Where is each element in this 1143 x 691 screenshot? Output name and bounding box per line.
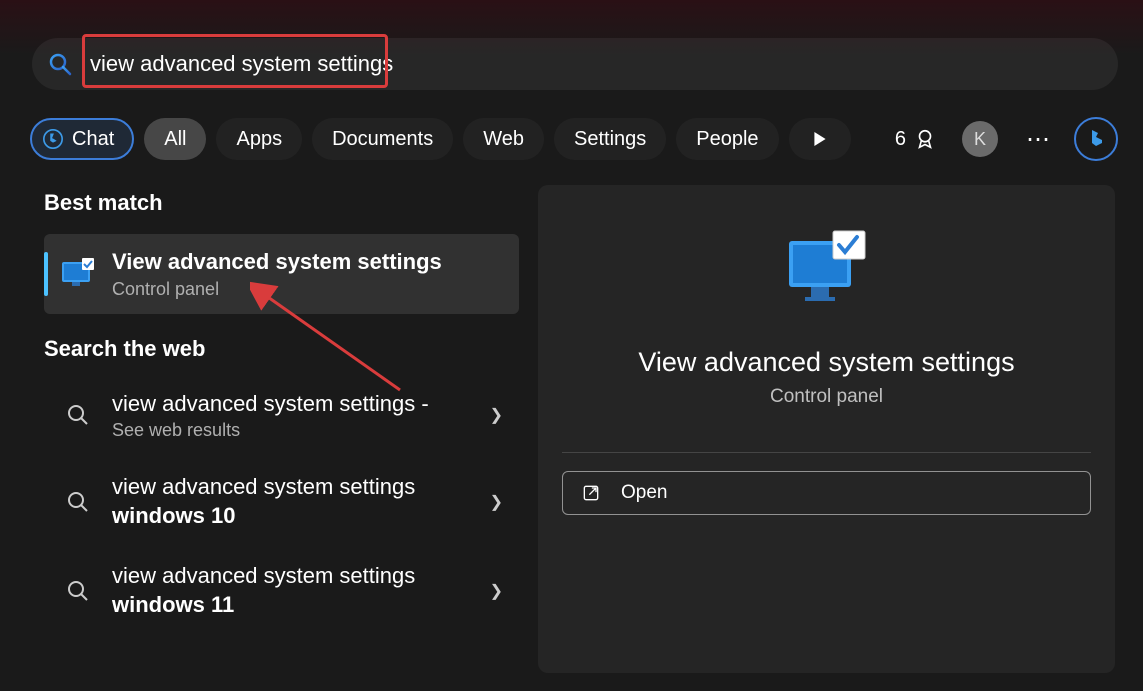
apps-filter[interactable]: Apps [216,118,302,160]
search-icon [60,484,96,520]
search-icon [48,52,72,76]
web-result-2[interactable]: view advanced system settings windows 11… [44,548,519,633]
monitor-icon [783,225,871,313]
results-column: Best match View advanced system settings… [44,190,519,638]
best-match-text: View advanced system settings Control pa… [112,248,503,300]
web-result-0[interactable]: view advanced system settings - See web … [44,376,519,456]
bing-icon [1084,127,1108,151]
search-web-heading: Search the web [44,336,519,362]
open-label: Open [621,482,667,504]
more-menu[interactable]: ⋯ [1014,125,1064,154]
avatar[interactable]: K [962,121,998,157]
open-external-icon [581,483,601,503]
web-result-text: view advanced system settings windows 10 [112,473,474,530]
chevron-right-icon: ❯ [490,405,503,425]
best-match-heading: Best match [44,190,519,216]
best-match-result[interactable]: View advanced system settings Control pa… [44,234,519,314]
more-filter[interactable] [789,118,851,160]
web-filter[interactable]: Web [463,118,544,160]
rewards-indicator[interactable]: 6 [885,128,946,151]
monitor-icon [60,256,96,292]
documents-filter[interactable]: Documents [312,118,453,160]
chat-filter[interactable]: Chat [30,118,134,160]
preview-subtitle: Control panel [770,386,883,408]
all-filter[interactable]: All [144,118,206,160]
preview-title: View advanced system settings [638,347,1014,378]
settings-filter[interactable]: Settings [554,118,666,160]
preview-pane: View advanced system settings Control pa… [538,185,1115,673]
search-input[interactable] [90,51,1102,77]
bing-chat-button[interactable] [1074,117,1118,161]
filter-row: Chat All Apps Documents Web Settings Peo… [30,115,1118,163]
chevron-right-icon: ❯ [490,581,503,601]
open-button[interactable]: Open [562,471,1091,515]
search-icon [60,397,96,433]
rewards-count: 6 [895,128,906,151]
web-result-1[interactable]: view advanced system settings windows 10… [44,459,519,544]
play-icon [813,132,827,146]
medal-icon [914,128,936,150]
search-icon [60,573,96,609]
search-bar[interactable] [32,38,1118,90]
chevron-right-icon: ❯ [490,492,503,512]
people-filter[interactable]: People [676,118,778,160]
bing-small-icon [42,128,64,150]
web-result-text: view advanced system settings windows 11 [112,562,474,619]
divider [562,452,1091,453]
chat-label: Chat [72,128,114,151]
web-result-text: view advanced system settings - See web … [112,390,474,442]
